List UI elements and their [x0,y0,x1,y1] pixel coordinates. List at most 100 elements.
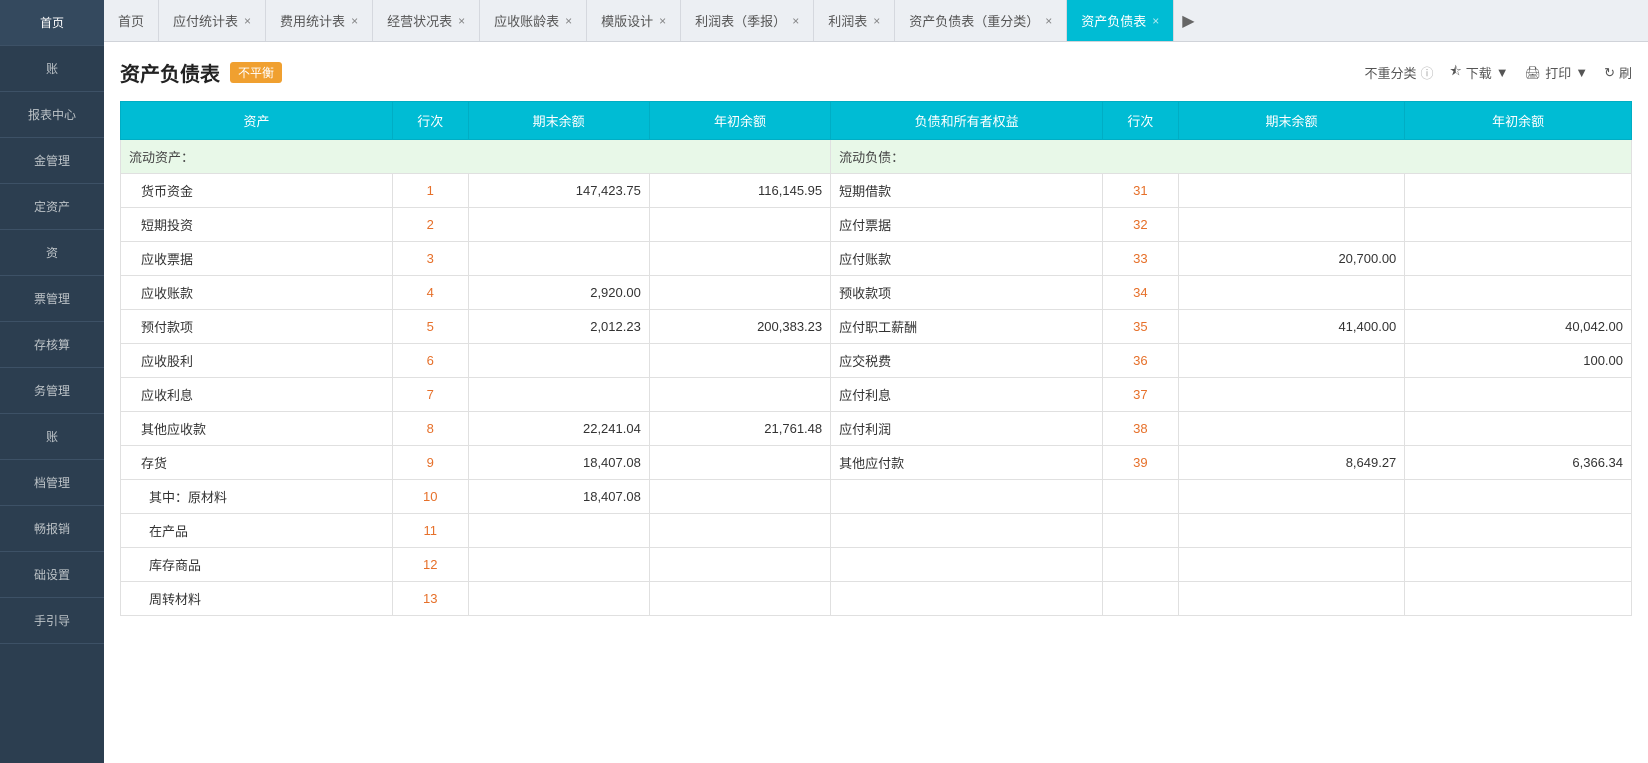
col-header-row-num: 行次 [392,102,468,140]
tab-close-icon[interactable]: × [792,14,799,28]
sidebar-item-ticket-mgmt[interactable]: 票管理 [0,276,104,322]
tab-close-icon[interactable]: × [873,14,880,28]
col-header-liability-equity: 负债和所有者权益 [831,102,1103,140]
tab-payable-stat[interactable]: 应付统计表 × [159,0,266,42]
action-classify[interactable]: 不重分类 ⓘ [1364,63,1433,82]
cell-asset: 在产品 [121,514,393,548]
tab-balance[interactable]: 资产负债表 × [1067,0,1174,42]
cell-year-balance [649,208,830,242]
cell-year-balance [649,480,830,514]
sidebar-item-home[interactable]: 首页 [0,0,104,46]
sidebar-item-archive[interactable]: 档管理 [0,460,104,506]
refresh-icon: ↻ [1604,65,1615,81]
sidebar-item-investment[interactable]: 资 [0,230,104,276]
cell-liability: 其他应付款 [831,446,1103,480]
cell-end-balance2: 20,700.00 [1178,242,1405,276]
action-refresh[interactable]: ↻ 刷 [1604,63,1632,82]
tab-close-icon[interactable]: × [659,14,666,28]
section-asset-label: 流动资产： [121,140,831,174]
cell-liability: 应交税费 [831,344,1103,378]
table-row: 应收利息 7 应付利息 37 [121,378,1632,412]
cell-end-balance [468,548,649,582]
cell-year-balance2 [1405,582,1632,616]
cell-year-balance [649,378,830,412]
info-icon: ⓘ [1420,63,1433,82]
page-header: 资产负债表 不平衡 不重分类 ⓘ ⯪ 下载 ▼ 🖨 打印 ▼ [120,58,1632,87]
sidebar-item-account[interactable]: 账 [0,46,104,92]
sidebar-item-report-center[interactable]: 报表中心 [0,92,104,138]
cell-year-balance2: 6,366.34 [1405,446,1632,480]
tab-home[interactable]: 首页 [104,0,159,42]
table-row: 其中：原材料 10 18,407.08 [121,480,1632,514]
cell-year-balance2 [1405,174,1632,208]
cell-liability: 短期借款 [831,174,1103,208]
sidebar-item-tax-mgmt[interactable]: 务管理 [0,368,104,414]
tab-nav-right-arrow[interactable]: ▶ [1174,11,1202,31]
cell-end-balance [468,582,649,616]
cell-row-num2: 37 [1103,378,1179,412]
table-row: 在产品 11 [121,514,1632,548]
cell-row-num: 9 [392,446,468,480]
cell-end-balance2 [1178,548,1405,582]
cell-liability: 预收款项 [831,276,1103,310]
tab-receivable-aging[interactable]: 应收账龄表 × [480,0,587,42]
table-row: 应收票据 3 应付账款 33 20,700.00 [121,242,1632,276]
sidebar-item-guide[interactable]: 手引导 [0,598,104,644]
cell-row-num2: 33 [1103,242,1179,276]
tab-balance-reclassified[interactable]: 资产负债表（重分类） × [895,0,1067,42]
sidebar-item-fund-mgmt[interactable]: 金管理 [0,138,104,184]
tab-bar: 首页 应付统计表 × 费用统计表 × 经营状况表 × 应收账龄表 × 模版设计 … [104,0,1648,42]
tab-profit[interactable]: 利润表 × [814,0,895,42]
cell-row-num: 3 [392,242,468,276]
cell-end-balance: 18,407.08 [468,446,649,480]
tab-close-icon[interactable]: × [1152,14,1159,28]
badge-unbalanced: 不平衡 [230,62,282,83]
tab-close-icon[interactable]: × [351,14,358,28]
cell-liability [831,582,1103,616]
tab-close-icon[interactable]: × [1045,14,1052,28]
cell-end-balance: 2,012.23 [468,310,649,344]
tab-expense-stat[interactable]: 费用统计表 × [266,0,373,42]
sidebar-item-expense[interactable]: 畅报销 [0,506,104,552]
content-area: 资产负债表 不平衡 不重分类 ⓘ ⯪ 下载 ▼ 🖨 打印 ▼ [104,42,1648,763]
chevron-down-icon: ▼ [1575,65,1588,80]
cell-row-num: 8 [392,412,468,446]
cell-asset: 预付款项 [121,310,393,344]
sidebar-item-ledger[interactable]: 账 [0,414,104,460]
action-download[interactable]: ⯪ 下载 ▼ [1449,62,1508,84]
action-print[interactable]: 🖨 打印 ▼ [1525,63,1588,82]
cell-end-balance [468,514,649,548]
cell-liability [831,514,1103,548]
col-header-row-num2: 行次 [1103,102,1179,140]
tab-profit-quarterly[interactable]: 利润表（季报） × [681,0,814,42]
cell-end-balance2 [1178,582,1405,616]
cell-year-balance2 [1405,276,1632,310]
cell-year-balance2 [1405,242,1632,276]
tab-template-design[interactable]: 模版设计 × [587,0,681,42]
cell-year-balance2: 100.00 [1405,344,1632,378]
sidebar-item-fixed-assets[interactable]: 定资产 [0,184,104,230]
tab-close-icon[interactable]: × [458,14,465,28]
cell-end-balance2: 8,649.27 [1178,446,1405,480]
cell-year-balance [649,446,830,480]
cell-end-balance2 [1178,276,1405,310]
cell-year-balance [649,276,830,310]
cell-end-balance2 [1178,480,1405,514]
tab-close-icon[interactable]: × [565,14,572,28]
sidebar-item-inventory[interactable]: 存核算 [0,322,104,368]
tab-close-icon[interactable]: × [244,14,251,28]
sidebar-item-settings[interactable]: 础设置 [0,552,104,598]
main-area: 首页 应付统计表 × 费用统计表 × 经营状况表 × 应收账龄表 × 模版设计 … [104,0,1648,763]
cell-year-balance2 [1405,514,1632,548]
cell-row-num2: 34 [1103,276,1179,310]
cell-year-balance2 [1405,378,1632,412]
download-icon: ⯪ [1449,62,1461,84]
cell-row-num: 13 [392,582,468,616]
cell-asset: 周转材料 [121,582,393,616]
cell-row-num2: 32 [1103,208,1179,242]
cell-end-balance: 147,423.75 [468,174,649,208]
cell-asset: 应收股利 [121,344,393,378]
cell-year-balance: 200,383.23 [649,310,830,344]
tab-operation-stat[interactable]: 经营状况表 × [373,0,480,42]
cell-row-num2 [1103,582,1179,616]
